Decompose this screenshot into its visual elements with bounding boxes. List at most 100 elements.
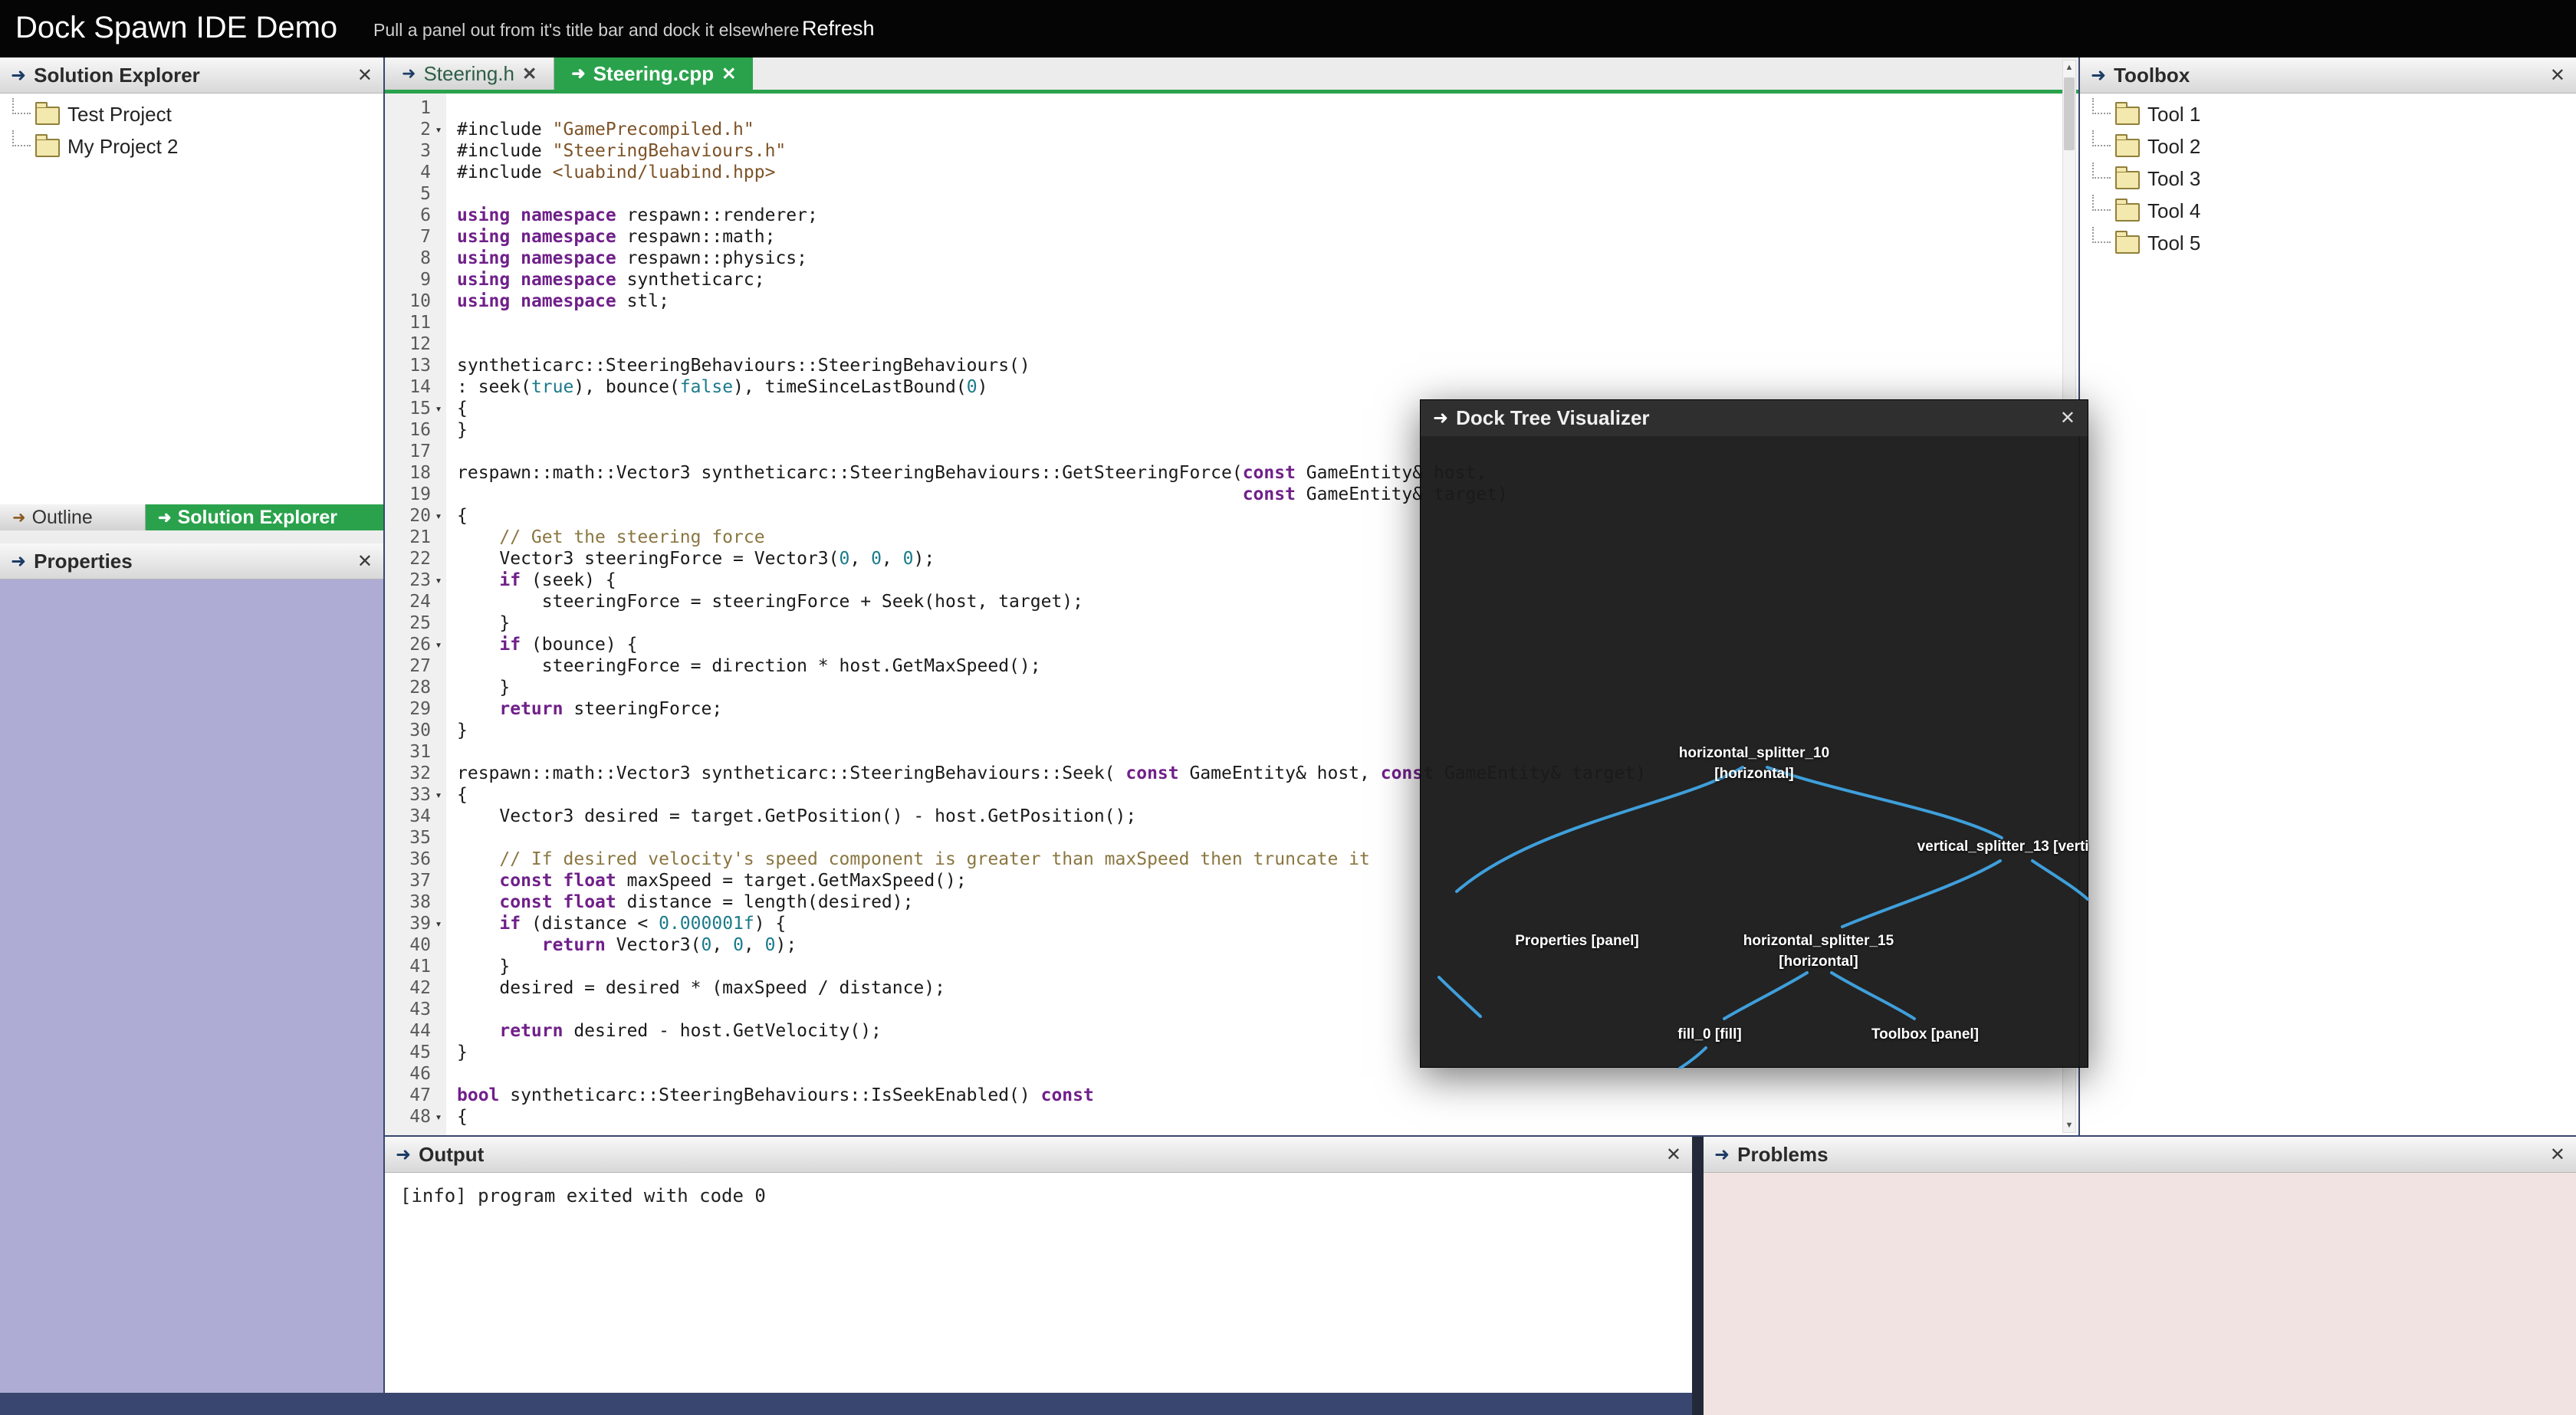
gutter-line[interactable]: 38 — [385, 891, 446, 913]
close-icon[interactable]: ✕ — [2060, 407, 2075, 429]
gutter-line[interactable]: 44 — [385, 1020, 446, 1042]
gutter-line[interactable]: 5 — [385, 183, 446, 205]
output-titlebar[interactable]: ➜ Output ✕ — [385, 1137, 1692, 1173]
solution-explorer-titlebar[interactable]: ➜ Solution Explorer ✕ — [0, 57, 383, 94]
close-icon[interactable]: ✕ — [357, 550, 373, 573]
panel-title: Toolbox — [2114, 63, 2190, 87]
gutter-line[interactable]: 45 — [385, 1042, 446, 1063]
panel-arrow-icon: ➜ — [2091, 64, 2107, 86]
gutter-line[interactable]: 14 — [385, 376, 446, 398]
properties-titlebar[interactable]: ➜ Properties ✕ — [0, 543, 383, 579]
gutter-line[interactable]: 1 — [385, 97, 446, 119]
gutter-line[interactable]: 46 — [385, 1063, 446, 1085]
properties-content — [0, 579, 383, 1393]
gutter-line[interactable]: 37 — [385, 870, 446, 891]
gutter-line[interactable]: 29 — [385, 698, 446, 720]
gutter-line[interactable]: 2 ▾ — [385, 119, 446, 140]
close-icon[interactable]: ✕ — [1666, 1144, 1681, 1166]
code-line: using namespace syntheticarc; — [457, 270, 765, 290]
gutter-line[interactable]: 12 — [385, 333, 446, 355]
tab-solution-explorer[interactable]: ➜ Solution Explorer — [146, 504, 383, 530]
tab-arrow-icon: ➜ — [158, 508, 172, 527]
gutter-line[interactable]: 31 — [385, 741, 446, 763]
gutter-line[interactable]: 22 — [385, 548, 446, 570]
tab-steering-h[interactable]: ➜ Steering.h ✕ — [385, 57, 555, 90]
gutter-line[interactable]: 21 — [385, 527, 446, 548]
refresh-button[interactable]: Refresh — [802, 17, 875, 41]
gutter-line[interactable]: 15 ▾ — [385, 398, 446, 419]
tab-close-icon[interactable]: ✕ — [721, 64, 736, 84]
gutter-line[interactable]: 34 — [385, 806, 446, 827]
tree-item[interactable]: Tool 1 — [2092, 98, 2576, 130]
panel-title: Properties — [34, 549, 133, 573]
gutter-line[interactable]: 47 — [385, 1085, 446, 1106]
tab-steering-cpp[interactable]: ➜ Steering.cpp ✕ — [554, 57, 754, 90]
app-title: Dock Spawn IDE Demo — [15, 11, 338, 44]
scroll-up-icon[interactable]: ▲ — [2063, 61, 2075, 74]
tree-item[interactable]: Tool 3 — [2092, 163, 2576, 195]
gutter-line[interactable]: 19 — [385, 484, 446, 505]
tree-item[interactable]: Tool 4 — [2092, 195, 2576, 227]
tree-item-label: Tool 2 — [2147, 134, 2201, 158]
gutter-line[interactable]: 26 ▾ — [385, 634, 446, 655]
gutter-line[interactable]: 28 — [385, 677, 446, 698]
tree-item[interactable]: My Project 2 — [12, 130, 383, 163]
gutter-line[interactable]: 3 — [385, 140, 446, 162]
gutter-line[interactable]: 35 — [385, 827, 446, 849]
gutter-line[interactable]: 6 — [385, 205, 446, 226]
gutter-line[interactable]: 48 ▾ — [385, 1106, 446, 1128]
bottom-splitter-handle[interactable] — [1692, 1137, 1704, 1415]
gutter-line[interactable]: 7 — [385, 226, 446, 248]
dock-tree-visualizer-dialog[interactable]: ➜ Dock Tree Visualizer ✕ horizontal_spli… — [1420, 399, 2089, 1069]
dialog-titlebar[interactable]: ➜ Dock Tree Visualizer ✕ — [1421, 400, 2088, 436]
gutter-line[interactable]: 41 — [385, 956, 446, 977]
gutter-line[interactable]: 10 — [385, 291, 446, 312]
gutter-line[interactable]: 16 — [385, 419, 446, 441]
toolbox-tree: Tool 1 Tool 2 Tool 3 Tool 4 Tool 5 — [2080, 94, 2576, 259]
close-icon[interactable]: ✕ — [357, 64, 373, 87]
tab-outline[interactable]: ➜ Outline — [0, 504, 146, 530]
tree-item[interactable]: Tool 2 — [2092, 130, 2576, 163]
gutter-line[interactable]: 32 — [385, 763, 446, 784]
gutter-line[interactable]: 33 ▾ — [385, 784, 446, 806]
gutter-line[interactable]: 4 — [385, 162, 446, 183]
gutter: 1 2 ▾ 3 4 5 6 7 8 9 10 11 12 13 14 15 ▾ 16 17 18 19 20 ▾ 21 22 23… — [385, 94, 446, 1135]
problems-titlebar[interactable]: ➜ Problems ✕ — [1704, 1137, 2576, 1173]
gutter-line[interactable]: 13 — [385, 355, 446, 376]
gutter-line[interactable]: 43 — [385, 999, 446, 1020]
gutter-line[interactable]: 17 — [385, 441, 446, 462]
gutter-line[interactable]: 36 — [385, 849, 446, 870]
gutter-line[interactable]: 8 — [385, 248, 446, 269]
tab-label: Outline — [31, 506, 93, 528]
gutter-line[interactable]: 23 ▾ — [385, 570, 446, 591]
gutter-line[interactable]: 24 — [385, 591, 446, 612]
scroll-down-icon[interactable]: ▼ — [2063, 1118, 2075, 1132]
toolbox-titlebar[interactable]: ➜ Toolbox ✕ — [2080, 57, 2576, 94]
close-icon[interactable]: ✕ — [2550, 1144, 2565, 1166]
gutter-line[interactable]: 18 — [385, 462, 446, 484]
gutter-line[interactable]: 11 — [385, 312, 446, 333]
problems-panel: ➜ Problems ✕ — [1704, 1137, 2576, 1415]
toolbox-panel: ➜ Toolbox ✕ Tool 1 Tool 2 Tool 3 Tool 4 Tool… — [2080, 57, 2576, 1135]
gutter-line[interactable]: 25 — [385, 612, 446, 634]
scrollbar-thumb[interactable] — [2064, 77, 2075, 150]
gutter-line[interactable]: 30 — [385, 720, 446, 741]
dialog-title: Dock Tree Visualizer — [1456, 406, 1650, 429]
gutter-line[interactable]: 9 — [385, 269, 446, 291]
gutter-line[interactable]: 42 — [385, 977, 446, 999]
code-line: using namespace respawn::renderer; — [457, 205, 818, 225]
gutter-line[interactable]: 27 — [385, 655, 446, 677]
gutter-line[interactable]: 20 ▾ — [385, 505, 446, 527]
gutter-line[interactable]: 40 — [385, 934, 446, 956]
tree-item-label: Test Project — [67, 102, 172, 126]
tree-item[interactable]: Tool 5 — [2092, 227, 2576, 259]
code-line: : seek(true), bounce(false), timeSinceLa… — [457, 377, 988, 397]
left-tab-strip: ➜ Outline ➜ Solution Explorer — [0, 504, 383, 530]
tree-item[interactable]: Test Project — [12, 98, 383, 130]
tab-close-icon[interactable]: ✕ — [522, 64, 537, 84]
close-icon[interactable]: ✕ — [2550, 64, 2565, 87]
properties-panel: ➜ Properties ✕ — [0, 543, 383, 1393]
gutter-line[interactable]: 39 ▾ — [385, 913, 446, 934]
tree-item-label: Tool 4 — [2147, 199, 2201, 222]
